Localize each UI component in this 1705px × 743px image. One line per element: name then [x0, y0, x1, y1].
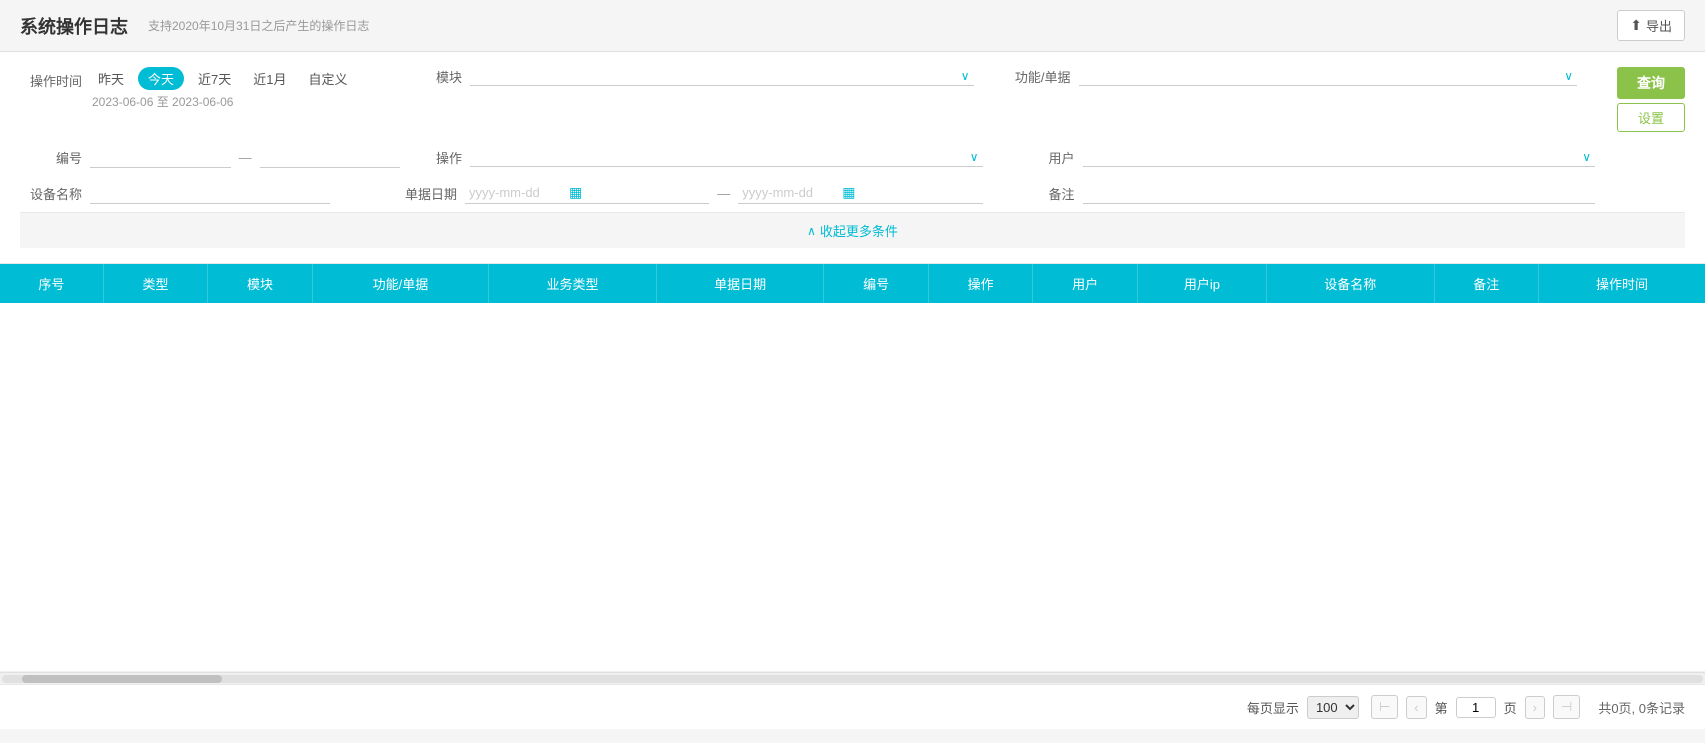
collapse-bar[interactable]: ∧ 收起更多条件 — [20, 212, 1685, 248]
page-size-label: 每页显示 — [1247, 698, 1299, 717]
device-input[interactable] — [90, 182, 330, 204]
page-size-select[interactable]: 100 50 200 — [1307, 696, 1359, 719]
scrollbar-track[interactable] — [2, 675, 1703, 683]
scrollbar-area[interactable] — [0, 672, 1705, 684]
data-table: 序号 类型 模块 功能/单据 业务类型 单据日期 编号 操作 用户 用户ip 设… — [0, 264, 1705, 672]
export-button[interactable]: ⬆ 导出 — [1617, 10, 1685, 41]
time-btn-7days[interactable]: 近7天 — [190, 67, 239, 90]
page-unit: 页 — [1504, 698, 1517, 717]
time-range-display: 2023-06-06 至 2023-06-06 — [92, 93, 400, 110]
module-select[interactable]: ∨ — [470, 67, 974, 86]
module-chevron-icon: ∨ — [957, 69, 974, 83]
col-remark: 备注 — [1434, 264, 1538, 303]
table-header: 序号 类型 模块 功能/单据 业务类型 单据日期 编号 操作 用户 用户ip 设… — [0, 264, 1705, 303]
operation-label: 操作 — [400, 148, 470, 167]
time-filter: 昨天 今天 近7天 近1月 自定义 2023-06-06 至 2023-06-0… — [90, 67, 400, 110]
table-body — [0, 303, 1705, 672]
func-select[interactable]: ∨ — [1079, 67, 1578, 86]
total-info: 共0页, 0条记录 — [1598, 698, 1685, 717]
user-label: 用户 — [1013, 148, 1083, 167]
action-buttons: 查询 设置 — [1617, 67, 1685, 132]
operation-chevron-icon: ∨ — [966, 150, 983, 164]
date-from-wrapper: ▦ — [465, 182, 709, 204]
pagination-bar: 每页显示 100 50 200 ⊢ ‹ 第 页 › ⊣ 共0页, 0条记录 — [0, 684, 1705, 729]
date-dash: — — [709, 186, 738, 201]
filter-area: 操作时间 昨天 今天 近7天 近1月 自定义 2023-06-06 至 2023… — [0, 52, 1705, 264]
col-type: 类型 — [103, 264, 207, 303]
user-value — [1083, 154, 1579, 160]
query-button[interactable]: 查询 — [1617, 67, 1685, 99]
time-btn-1month[interactable]: 近1月 — [245, 67, 294, 90]
page-input[interactable] — [1456, 697, 1496, 718]
col-biz-type: 业务类型 — [489, 264, 657, 303]
time-label: 操作时间 — [20, 67, 90, 90]
date-label: 单据日期 — [400, 184, 465, 203]
calendar-to-icon[interactable]: ▦ — [838, 184, 859, 201]
module-value — [470, 73, 957, 79]
time-btn-yesterday[interactable]: 昨天 — [90, 67, 132, 90]
page-title: 系统操作日志 — [20, 13, 128, 39]
col-device: 设备名称 — [1266, 264, 1434, 303]
user-chevron-icon: ∨ — [1578, 150, 1595, 164]
number-to-input[interactable] — [260, 146, 401, 168]
module-label: 模块 — [400, 67, 470, 86]
collapse-up-icon: ∧ — [807, 224, 816, 238]
settings-button[interactable]: 设置 — [1617, 103, 1685, 132]
col-op-time: 操作时间 — [1539, 264, 1705, 303]
remark-input[interactable] — [1083, 182, 1596, 204]
next-page-button[interactable]: › — [1525, 696, 1545, 719]
date-to-input[interactable] — [738, 182, 838, 203]
number-label: 编号 — [20, 148, 90, 167]
time-btn-custom[interactable]: 自定义 — [301, 67, 356, 90]
col-func: 功能/单据 — [312, 264, 488, 303]
number-dash: — — [231, 150, 260, 165]
export-label: 导出 — [1646, 16, 1672, 35]
col-user-ip: 用户ip — [1137, 264, 1266, 303]
scrollbar-thumb[interactable] — [22, 675, 222, 683]
time-btn-today[interactable]: 今天 — [138, 67, 184, 90]
prev-page-button[interactable]: ‹ — [1406, 696, 1426, 719]
user-select[interactable]: ∨ — [1083, 148, 1596, 167]
operation-value — [470, 154, 966, 160]
col-number: 编号 — [824, 264, 928, 303]
func-label: 功能/单据 — [1004, 67, 1079, 86]
col-module: 模块 — [208, 264, 312, 303]
device-label: 设备名称 — [20, 184, 90, 203]
col-user: 用户 — [1033, 264, 1137, 303]
collapse-label: 收起更多条件 — [820, 221, 898, 240]
col-operation: 操作 — [928, 264, 1032, 303]
number-from-input[interactable] — [90, 146, 231, 168]
date-to-wrapper: ▦ — [738, 182, 982, 204]
func-value — [1079, 73, 1561, 79]
page-label: 第 — [1435, 698, 1448, 717]
time-buttons: 昨天 今天 近7天 近1月 自定义 — [90, 67, 400, 90]
empty-area — [8, 312, 1697, 662]
table-area: 序号 类型 模块 功能/单据 业务类型 单据日期 编号 操作 用户 用户ip 设… — [0, 264, 1705, 672]
first-page-button[interactable]: ⊢ — [1371, 695, 1398, 719]
func-chevron-icon: ∨ — [1560, 69, 1577, 83]
last-page-button[interactable]: ⊣ — [1553, 695, 1580, 719]
col-index: 序号 — [0, 264, 103, 303]
export-icon: ⬆ — [1630, 17, 1642, 34]
calendar-from-icon[interactable]: ▦ — [565, 184, 586, 201]
operation-select[interactable]: ∨ — [470, 148, 983, 167]
page-header: 系统操作日志 支持2020年10月31日之后产生的操作日志 ⬆ 导出 — [0, 0, 1705, 52]
col-date: 单据日期 — [656, 264, 824, 303]
page-subtitle: 支持2020年10月31日之后产生的操作日志 — [148, 17, 369, 34]
remark-label: 备注 — [1013, 184, 1083, 203]
date-from-input[interactable] — [465, 182, 565, 203]
